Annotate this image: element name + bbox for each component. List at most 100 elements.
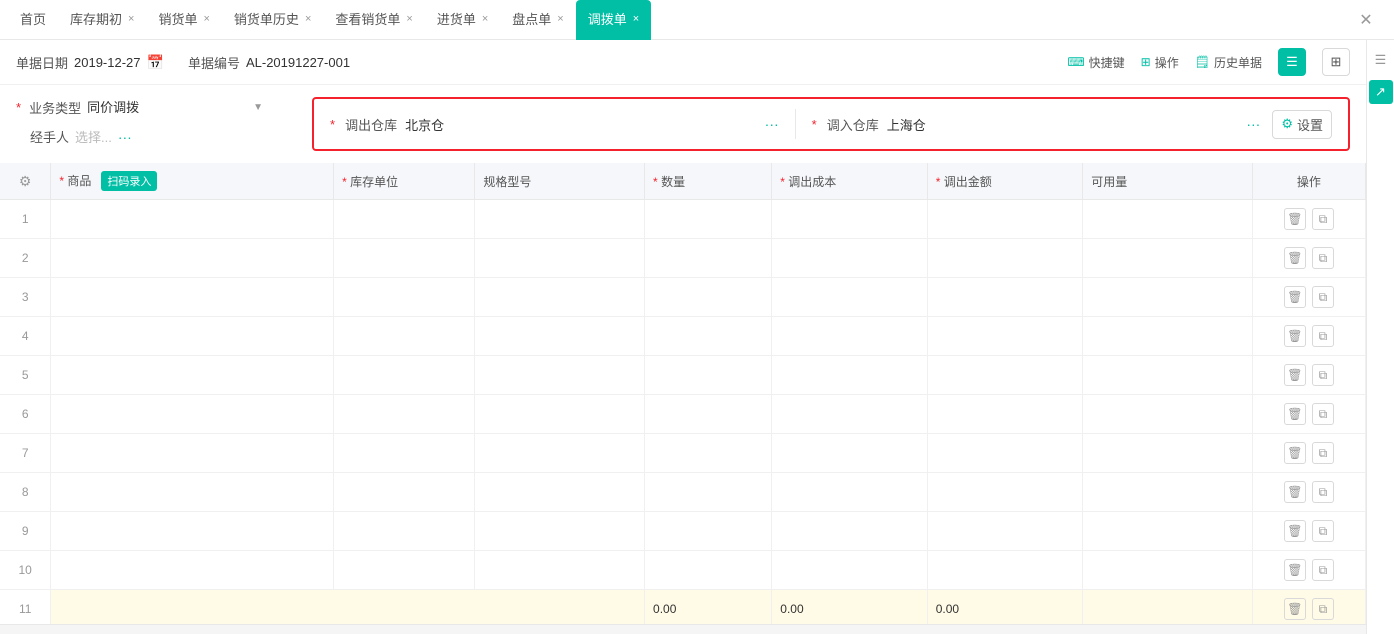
copy-icon[interactable]: ⧉ [1312,442,1334,464]
row-spec[interactable] [475,395,645,434]
delete-icon[interactable]: 🗑 [1284,520,1306,542]
row-amount[interactable] [927,434,1082,473]
tab-inventory-init[interactable]: 库存期初 × [58,0,146,40]
row-unit[interactable] [334,278,475,317]
row-product[interactable] [51,551,334,590]
row-amount[interactable] [927,278,1082,317]
row-unit[interactable] [334,551,475,590]
row-product[interactable] [51,356,334,395]
row-available[interactable] [1083,200,1253,239]
list-view-button[interactable]: ☰ [1278,48,1306,76]
copy-icon[interactable]: ⧉ [1312,559,1334,581]
row-amount[interactable] [927,317,1082,356]
delete-icon[interactable]: 🗑 [1284,364,1306,386]
row-unit[interactable] [334,200,475,239]
delete-icon[interactable]: 🗑 [1284,208,1306,230]
row-cost[interactable] [772,239,927,278]
row-spec[interactable] [475,278,645,317]
row-amount[interactable] [927,473,1082,512]
table-wrapper[interactable]: ⚙ * 商品 扫码录入 * 库存单位 规格型号 [0,163,1366,624]
delete-icon[interactable]: 🗑 [1284,481,1306,503]
history-action[interactable]: 🗒 历史单据 [1195,54,1262,71]
copy-icon[interactable]: ⧉ [1312,208,1334,230]
row-spec[interactable] [475,473,645,512]
tab-sales-order[interactable]: 销货单 × [146,0,221,40]
calendar-icon[interactable]: 📅 [147,54,164,71]
row-amount[interactable] [927,239,1082,278]
row-spec[interactable] [475,551,645,590]
row-available[interactable] [1083,512,1253,551]
row-product[interactable] [51,473,334,512]
row-available[interactable] [1083,239,1253,278]
row-available[interactable] [1083,317,1253,356]
sidebar-list-icon[interactable]: ☰ [1369,48,1393,72]
row-cost[interactable] [772,512,927,551]
row-cost[interactable] [772,356,927,395]
copy-icon[interactable]: ⧉ [1312,364,1334,386]
row-qty[interactable] [645,473,772,512]
tab-inventory-check[interactable]: 盘点单 × [500,0,575,40]
row-qty[interactable] [645,317,772,356]
row-available[interactable] [1083,473,1253,512]
row-product[interactable] [51,200,334,239]
warehouse-out-more[interactable]: ··· [765,116,779,132]
row-spec[interactable] [475,317,645,356]
row-cost[interactable] [772,434,927,473]
row-spec[interactable] [475,200,645,239]
row-cost[interactable] [772,317,927,356]
row-unit[interactable] [334,356,475,395]
table-settings-gear[interactable]: ⚙ [19,173,32,189]
copy-icon[interactable]: ⧉ [1312,325,1334,347]
tab-transfer-order[interactable]: 调拨单 × [576,0,651,40]
row-qty[interactable] [645,278,772,317]
delete-icon[interactable]: 🗑 [1284,403,1306,425]
delete-icon[interactable]: 🗑 [1284,286,1306,308]
row-amount[interactable] [927,512,1082,551]
copy-icon[interactable]: ⧉ [1312,481,1334,503]
row-qty[interactable] [645,200,772,239]
delete-icon[interactable]: 🗑 [1284,442,1306,464]
row-available[interactable] [1083,434,1253,473]
row-amount[interactable] [927,551,1082,590]
close-tab-transfer-order[interactable]: × [633,13,639,25]
row-cost[interactable] [772,473,927,512]
shortcut-action[interactable]: ⌨ 快捷键 [1067,54,1124,71]
row-unit[interactable] [334,512,475,551]
window-close-button[interactable]: ✕ [1350,4,1382,36]
handler-select[interactable]: 选择... [75,127,112,146]
copy-icon[interactable]: ⧉ [1312,598,1334,620]
business-type-arrow[interactable]: ▼ [253,102,263,113]
row-qty[interactable] [645,551,772,590]
close-tab-inventory-init[interactable]: × [128,13,134,25]
close-tab-inventory-check[interactable]: × [557,13,563,25]
delete-icon[interactable]: 🗑 [1284,247,1306,269]
row-product[interactable] [51,317,334,356]
delete-icon[interactable]: 🗑 [1284,325,1306,347]
close-tab-sales-order[interactable]: × [203,13,209,25]
row-product[interactable] [51,239,334,278]
row-qty[interactable] [645,512,772,551]
row-qty[interactable] [645,239,772,278]
operation-action[interactable]: ⊞ 操作 [1141,54,1179,71]
row-spec[interactable] [475,239,645,278]
copy-icon[interactable]: ⧉ [1312,520,1334,542]
row-qty[interactable] [645,356,772,395]
row-cost[interactable] [772,395,927,434]
delete-icon[interactable]: 🗑 [1284,559,1306,581]
delete-icon[interactable]: 🗑 [1284,598,1306,620]
sidebar-export-icon[interactable]: ↗ [1369,80,1393,104]
tab-purchase-order[interactable]: 进货单 × [425,0,500,40]
row-cost[interactable] [772,551,927,590]
row-unit[interactable] [334,473,475,512]
grid-view-button[interactable]: ⊞ [1322,48,1350,76]
handler-more-icon[interactable]: ··· [118,129,132,145]
row-unit[interactable] [334,434,475,473]
row-available[interactable] [1083,356,1253,395]
row-product[interactable] [51,434,334,473]
row-available[interactable] [1083,278,1253,317]
bottom-scrollbar[interactable] [0,624,1366,634]
close-tab-view-sales[interactable]: × [406,13,412,25]
row-available[interactable] [1083,551,1253,590]
row-unit[interactable] [334,395,475,434]
row-amount[interactable] [927,200,1082,239]
